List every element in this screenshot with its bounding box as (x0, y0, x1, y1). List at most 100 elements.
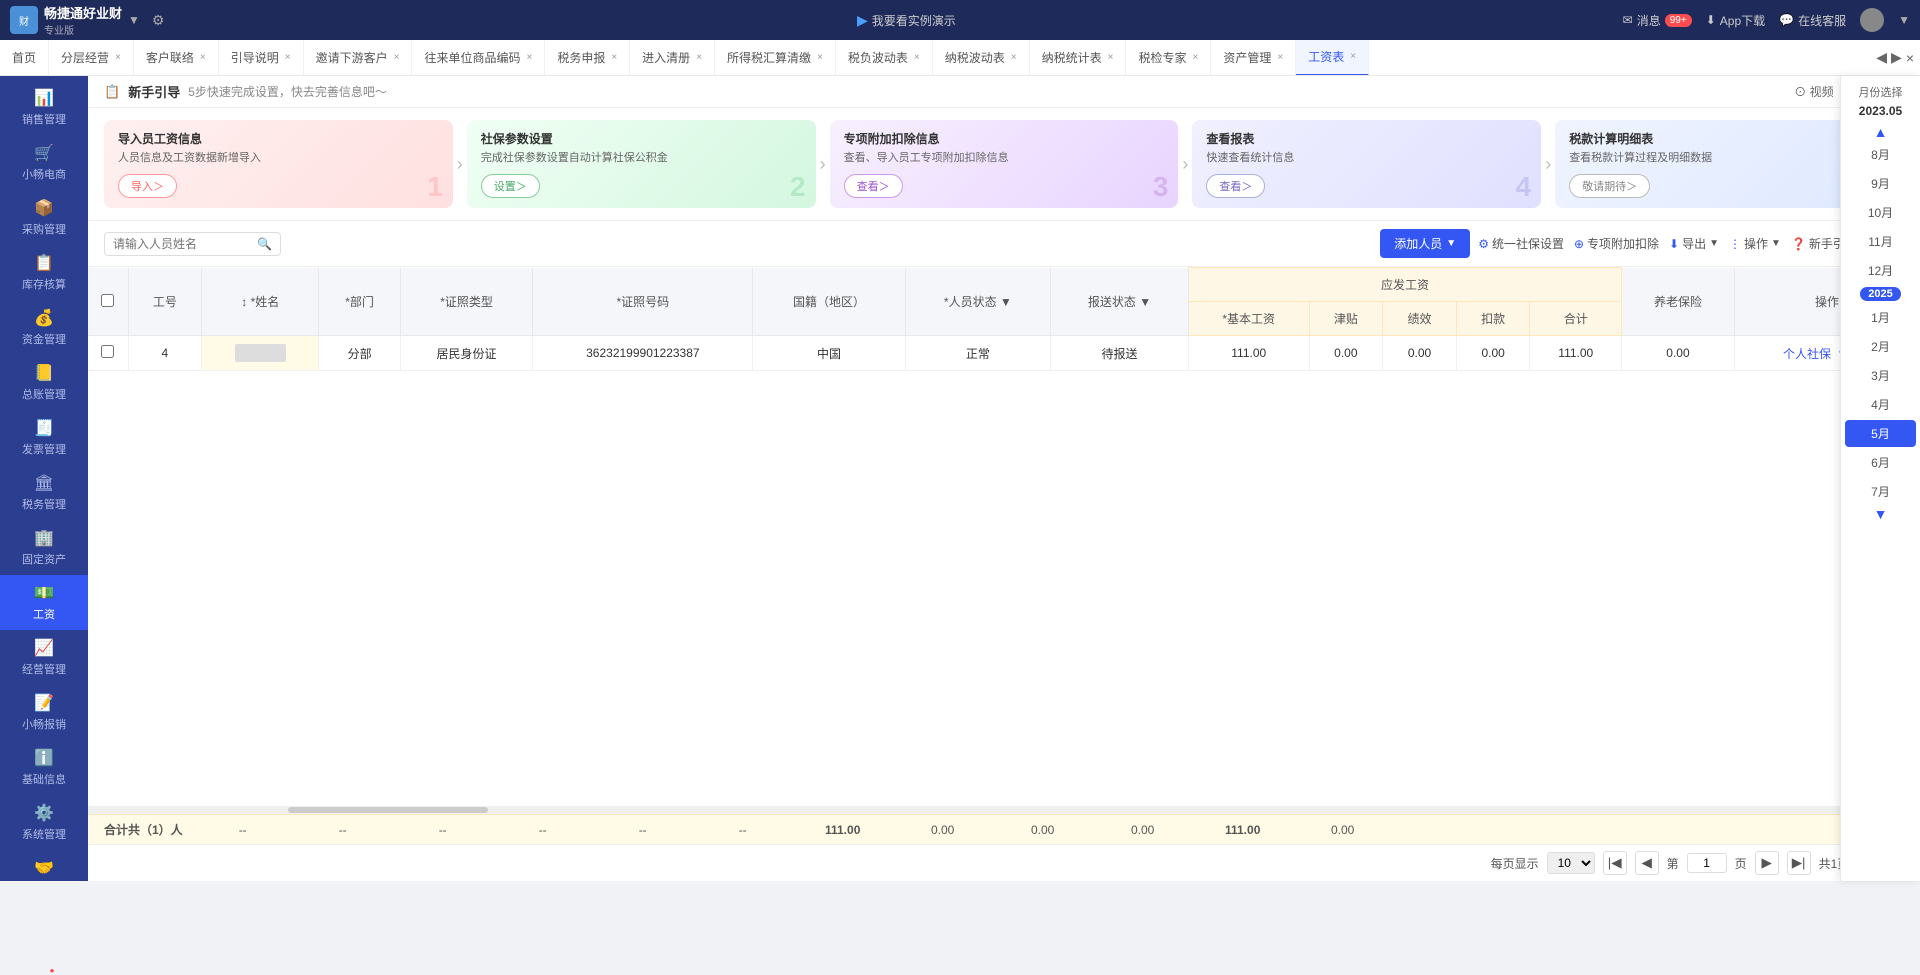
tab-tax-expert[interactable]: 税检专家× (1126, 40, 1211, 76)
close-icon[interactable]: × (914, 52, 920, 63)
sidebar-item-invoice[interactable]: 🧾 发票管理 (0, 410, 88, 465)
add-btn-label: 添加人员 (1394, 235, 1442, 252)
personal-insurance-link[interactable]: 个人社保 (1783, 347, 1831, 361)
deduction-btn[interactable]: ⊕ 专项附加扣除 (1574, 235, 1659, 252)
social-security-btn[interactable]: ⚙ 统一社保设置 (1478, 235, 1564, 252)
month-3[interactable]: 3月 (1845, 362, 1916, 389)
close-icon[interactable]: × (115, 52, 121, 63)
add-person-button[interactable]: 添加人员 ▼ (1380, 229, 1470, 258)
step-2-btn[interactable]: 设置＞ (481, 174, 540, 198)
last-page-btn[interactable]: ▶| (1787, 851, 1811, 875)
month-9[interactable]: 9月 (1845, 170, 1916, 197)
tab-income-tax[interactable]: 所得税汇算清缴× (715, 40, 836, 76)
close-icon[interactable]: × (526, 52, 532, 63)
close-icon[interactable]: × (1192, 52, 1198, 63)
page-input[interactable] (1687, 853, 1727, 873)
row-checkbox[interactable] (101, 345, 114, 358)
horizontal-scrollbar[interactable] (88, 806, 1920, 814)
tab-layered[interactable]: 分层经营× (49, 40, 134, 76)
scrollbar-thumb[interactable] (288, 807, 488, 813)
month-4[interactable]: 4月 (1845, 391, 1916, 418)
month-6[interactable]: 6月 (1845, 449, 1916, 476)
logo-area: 财 畅捷通好业财 专业版 ▼ ⚙ (10, 3, 190, 37)
select-all-checkbox[interactable] (101, 294, 114, 307)
sidebar-item-basic[interactable]: ℹ️ 基础信息 (0, 740, 88, 795)
status-filter-icon[interactable]: ▼ (1000, 295, 1012, 309)
sidebar-item-ecommerce[interactable]: 🛒 小畅电商 (0, 135, 88, 190)
tab-home[interactable]: 首页 (0, 40, 49, 76)
sidebar-item-sales[interactable]: 📊 销售管理 (0, 80, 88, 135)
next-page-btn[interactable]: ▶ (1755, 851, 1779, 875)
account-icon[interactable]: ▼ (1898, 13, 1910, 27)
sidebar-item-inventory[interactable]: 📋 库存核算 (0, 245, 88, 300)
close-icon[interactable]: × (1277, 52, 1283, 63)
report-filter-icon[interactable]: ▼ (1139, 295, 1151, 309)
sidebar-item-finance[interactable]: 💰 资金管理 (0, 300, 88, 355)
search-input[interactable] (113, 237, 253, 251)
message-btn[interactable]: ✉ 消息 99+ (1623, 12, 1692, 29)
month-12[interactable]: 12月 (1845, 257, 1916, 284)
close-icon[interactable]: × (1108, 52, 1114, 63)
online-service-btn[interactable]: 💬 在线客服 (1779, 12, 1846, 29)
tab-invite[interactable]: 邀请下游客户× (304, 40, 413, 76)
tab-payroll[interactable]: 工资表× (1296, 40, 1369, 76)
tab-guide[interactable]: 引导说明× (219, 40, 304, 76)
first-page-btn[interactable]: |◀ (1603, 851, 1627, 875)
row-employee-id: 4 (128, 336, 202, 371)
sidebar-item-assets[interactable]: 🏢 固定资产 (0, 520, 88, 575)
operations-btn[interactable]: ⋮ 操作 ▼ (1729, 235, 1781, 252)
search-icon[interactable]: 🔍 (257, 237, 272, 251)
close-icon[interactable]: × (1011, 52, 1017, 63)
sidebar-item-system[interactable]: ⚙️ 系统管理 (0, 795, 88, 850)
month-1[interactable]: 1月 (1845, 304, 1916, 331)
security-icon: ⚙ (1478, 237, 1489, 251)
export-btn[interactable]: ⬇ 导出 ▼ (1669, 235, 1719, 252)
close-icon[interactable]: × (285, 52, 291, 63)
tab-tax-report[interactable]: 税务申报× (545, 40, 630, 76)
tab-customer[interactable]: 客户联络× (134, 40, 219, 76)
app-download-btn[interactable]: ⬇ App下载 (1706, 12, 1765, 29)
tab-product-code[interactable]: 往来单位商品编码× (412, 40, 545, 76)
sidebar-item-payroll[interactable]: 💵 工资 (0, 575, 88, 630)
prev-page-btn[interactable]: ◀ (1635, 851, 1659, 875)
nav-next-icon[interactable]: ▶ (1891, 49, 1902, 66)
step-3-btn[interactable]: 查看＞ (844, 174, 903, 198)
month-up-btn[interactable]: ▲ (1874, 124, 1888, 140)
sidebar-item-collab[interactable]: 🤝 企业协同 (0, 850, 88, 881)
close-icon[interactable]: × (394, 52, 400, 63)
step-1-btn[interactable]: 导入＞ (118, 174, 177, 198)
system-icon: ⚙️ (34, 803, 54, 823)
step-4-btn[interactable]: 查看＞ (1206, 174, 1265, 198)
demo-text[interactable]: 我要看实例演示 (872, 12, 956, 29)
month-down-btn[interactable]: ▼ (1874, 506, 1888, 522)
settings-icon[interactable]: ⚙ (152, 12, 165, 29)
tab-tax-stat[interactable]: 纳税统计表× (1030, 40, 1127, 76)
sidebar-item-tax[interactable]: 🏛 税务管理 (0, 465, 88, 520)
month-7[interactable]: 7月 (1845, 478, 1916, 505)
step-5-btn[interactable]: 敬请期待＞ (1569, 174, 1650, 198)
close-icon[interactable]: × (696, 52, 702, 63)
sidebar-item-operations[interactable]: 📈 经营管理 (0, 630, 88, 685)
close-icon[interactable]: × (817, 52, 823, 63)
month-10[interactable]: 10月 (1845, 199, 1916, 226)
tab-tax-wave[interactable]: 纳税波动表× (933, 40, 1030, 76)
tab-assets[interactable]: 资产管理× (1211, 40, 1296, 76)
tab-clearance[interactable]: 进入清册× (630, 40, 715, 76)
month-2[interactable]: 2月 (1845, 333, 1916, 360)
month-5[interactable]: 5月 (1845, 420, 1916, 447)
tab-tax-burden[interactable]: 税负波动表× (836, 40, 933, 76)
page-size-select[interactable]: 10 20 50 (1547, 852, 1595, 874)
avatar[interactable] (1860, 8, 1884, 32)
month-11[interactable]: 11月 (1845, 228, 1916, 255)
sidebar-item-expense[interactable]: 📝 小畅报销 (0, 685, 88, 740)
close-icon[interactable]: × (200, 52, 206, 63)
guide-video-btn[interactable]: ⊙ 视频 (1794, 83, 1833, 100)
nav-close-all-icon[interactable]: × (1906, 50, 1914, 66)
nav-prev-icon[interactable]: ◀ (1876, 49, 1887, 66)
sidebar-item-purchase[interactable]: 📦 采购管理 (0, 190, 88, 245)
month-8[interactable]: 8月 (1845, 141, 1916, 168)
close-icon[interactable]: × (1350, 51, 1356, 62)
close-icon[interactable]: × (611, 52, 617, 63)
sidebar-item-ledger[interactable]: 📒 总账管理 (0, 355, 88, 410)
dropdown-icon[interactable]: ▼ (128, 13, 140, 27)
